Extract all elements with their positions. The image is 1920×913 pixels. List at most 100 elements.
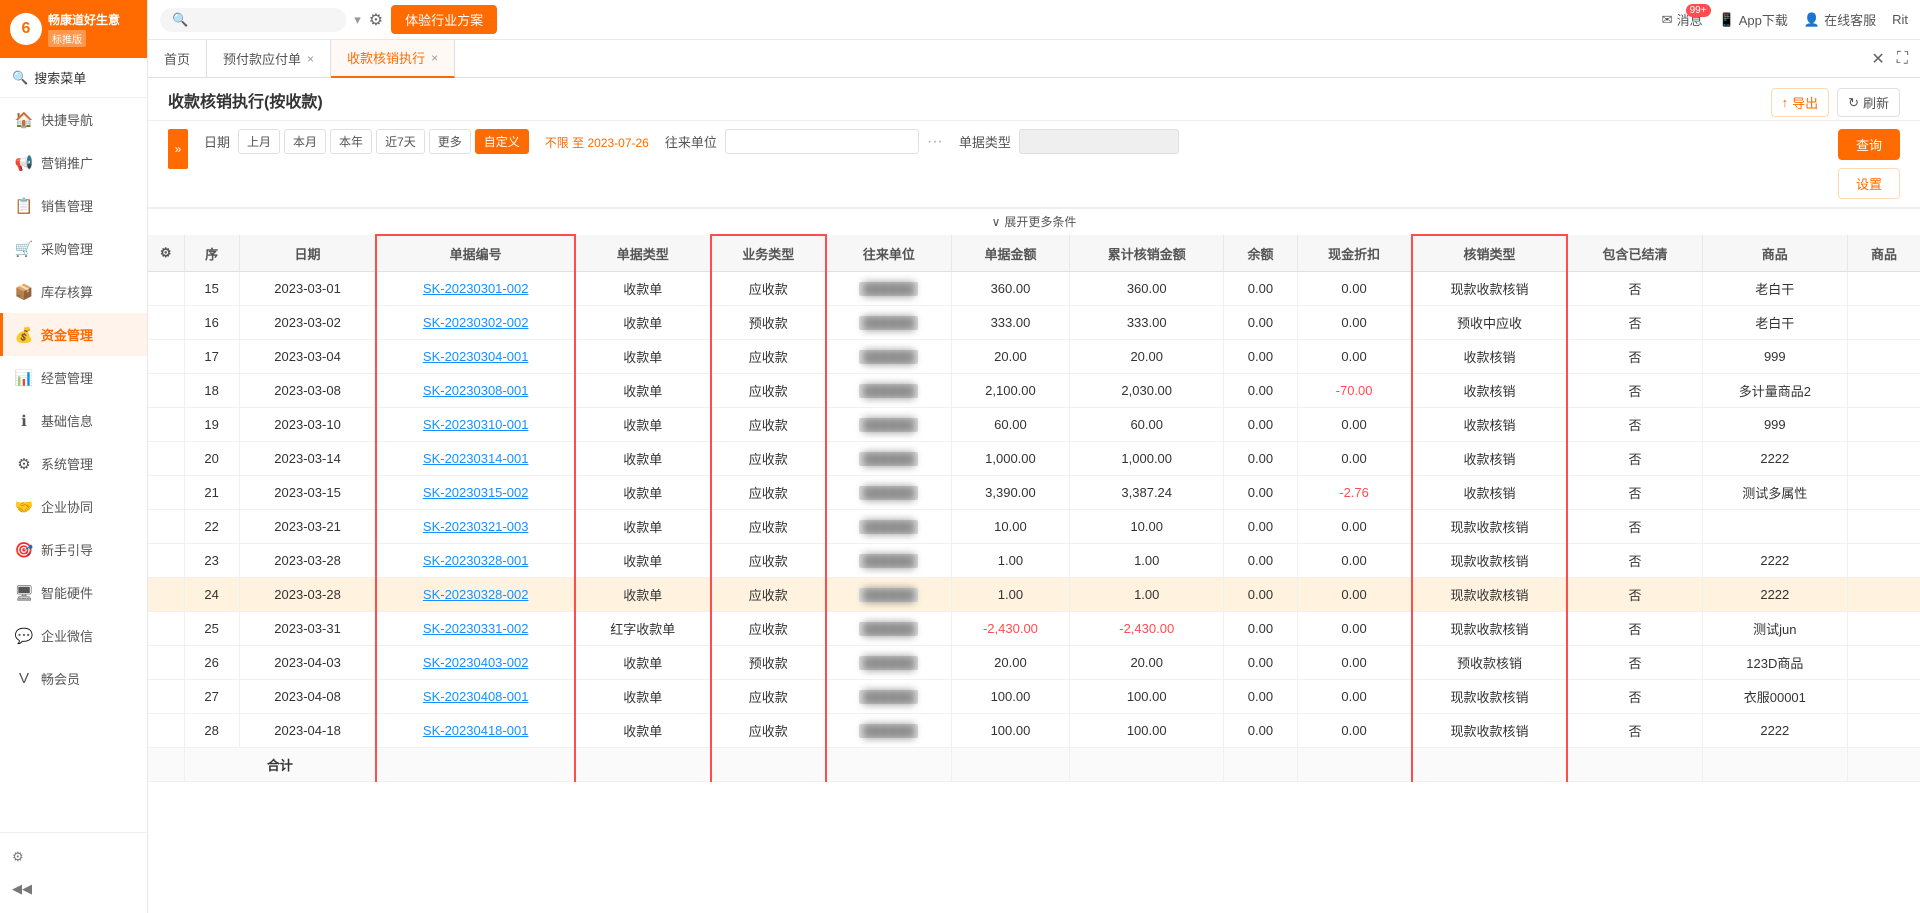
cell-doc-no[interactable]: SK-20230328-001 xyxy=(376,544,575,578)
doctype-filter-select[interactable] xyxy=(1019,129,1179,154)
doc-no-link[interactable]: SK-20230328-001 xyxy=(423,553,529,568)
sidebar-search[interactable]: 🔍 搜索菜单 xyxy=(0,58,147,98)
doc-no-link[interactable]: SK-20230304-001 xyxy=(423,349,529,364)
sidebar-collapse[interactable]: ◀◀ xyxy=(0,873,147,905)
partner-filter-dots[interactable]: ··· xyxy=(927,133,943,151)
maximize-icon[interactable]: ⛶ xyxy=(1893,46,1912,72)
top-search-box[interactable]: 🔍 xyxy=(160,8,346,32)
date-btn-last-month[interactable]: 上月 xyxy=(238,129,280,154)
tab-close-2[interactable]: × xyxy=(431,51,438,65)
sidebar-item-9[interactable]: 🤝企业协同 xyxy=(0,485,147,528)
doc-no-link[interactable]: SK-20230301-002 xyxy=(423,281,529,296)
doc-no-link[interactable]: SK-20230408-001 xyxy=(423,689,529,704)
cell-doc-no[interactable]: SK-20230331-002 xyxy=(376,612,575,646)
date-btn-custom[interactable]: 自定义 xyxy=(475,129,529,154)
cell-doc-no[interactable]: SK-20230302-002 xyxy=(376,306,575,340)
doctype-filter-label: 单据类型 xyxy=(959,132,1011,151)
sidebar-item-2[interactable]: 📋销售管理 xyxy=(0,184,147,227)
date-btn-this-month[interactable]: 本月 xyxy=(284,129,326,154)
partner-filter-input[interactable] xyxy=(725,129,919,154)
doc-no-link[interactable]: SK-20230328-002 xyxy=(423,587,529,602)
app-download-button[interactable]: 📱 App下载 xyxy=(1719,10,1788,29)
user-info[interactable]: Rit xyxy=(1892,12,1908,27)
expand-more-label: 展开更多条件 xyxy=(1004,213,1076,230)
cell-included: 否 xyxy=(1567,340,1702,374)
doc-no-link[interactable]: SK-20230403-002 xyxy=(423,655,529,670)
tab-close-1[interactable]: × xyxy=(307,52,314,66)
refresh-button[interactable]: ↻ 刷新 xyxy=(1837,88,1900,117)
cell-date: 2023-03-31 xyxy=(239,612,376,646)
tab-1[interactable]: 预付款应付单 × xyxy=(207,40,331,78)
th-cumulative: 累计核销金额 xyxy=(1070,235,1224,272)
expand-more-bar[interactable]: ∨ 展开更多条件 xyxy=(148,208,1920,234)
top-search-input[interactable] xyxy=(194,12,334,27)
doc-no-link[interactable]: SK-20230331-002 xyxy=(423,621,529,636)
sidebar-item-10[interactable]: 🎯新手引导 xyxy=(0,528,147,571)
doc-no-link[interactable]: SK-20230302-002 xyxy=(423,315,529,330)
tab-2[interactable]: 收款核销执行× xyxy=(331,40,455,78)
cell-cumulative: 60.00 xyxy=(1070,408,1224,442)
online-service-button[interactable]: 👤 在线客服 xyxy=(1804,10,1876,29)
doc-no-link[interactable]: SK-20230314-001 xyxy=(423,451,529,466)
sidebar-item-1[interactable]: 📢营销推广 xyxy=(0,141,147,184)
cell-doc-no[interactable]: SK-20230408-001 xyxy=(376,680,575,714)
tab-0[interactable]: 首页 xyxy=(148,40,207,78)
cell-doc-no[interactable]: SK-20230304-001 xyxy=(376,340,575,374)
tabs-bar: 首页预付款应付单×收款核销执行× ✕ ⛶ xyxy=(148,40,1920,78)
sidebar-item-13[interactable]: V畅会员 xyxy=(0,657,147,700)
filter-expand-button[interactable]: » xyxy=(168,129,188,169)
cell-doc-no[interactable]: SK-20230403-002 xyxy=(376,646,575,680)
cell-cancel-type: 收款核销 xyxy=(1412,476,1568,510)
cell-goods: 999 xyxy=(1702,408,1847,442)
sidebar-item-0[interactable]: 🏠快捷导航 xyxy=(0,98,147,141)
th-settings[interactable]: ⚙ xyxy=(148,235,184,272)
settings-icon: ⚙ xyxy=(12,849,24,865)
sidebar-item-11[interactable]: 🖥智能硬件 xyxy=(0,571,147,614)
doc-no-link[interactable]: SK-20230418-001 xyxy=(423,723,529,738)
solution-button[interactable]: 体验行业方案 xyxy=(391,5,497,34)
cell-cancel-type: 现款收款核销 xyxy=(1412,544,1568,578)
query-button[interactable]: 查询 xyxy=(1838,129,1900,160)
doc-no-link[interactable]: SK-20230310-001 xyxy=(423,417,529,432)
setting-button[interactable]: 设置 xyxy=(1838,168,1900,199)
search-chevron-icon[interactable]: ▾ xyxy=(354,12,361,28)
sidebar-label-2: 销售管理 xyxy=(41,196,93,215)
cell-doc-no[interactable]: SK-20230321-003 xyxy=(376,510,575,544)
cell-doc-no[interactable]: SK-20230315-002 xyxy=(376,476,575,510)
cell-doc-no[interactable]: SK-20230328-002 xyxy=(376,578,575,612)
cell-biz-type: 应收款 xyxy=(711,510,826,544)
cell-goods: 123D商品 xyxy=(1702,646,1847,680)
sidebar-item-7[interactable]: ℹ基础信息 xyxy=(0,399,147,442)
sidebar-settings[interactable]: ⚙ xyxy=(0,841,147,873)
cell-doc-no[interactable]: SK-20230314-001 xyxy=(376,442,575,476)
sidebar-item-12[interactable]: 💬企业微信 xyxy=(0,614,147,657)
sidebar-item-8[interactable]: ⚙系统管理 xyxy=(0,442,147,485)
sidebar-item-3[interactable]: 🛒采购管理 xyxy=(0,227,147,270)
date-btn-more[interactable]: 更多 xyxy=(429,129,471,154)
partner-value: ██████ xyxy=(859,554,918,568)
cell-doc-no[interactable]: SK-20230418-001 xyxy=(376,714,575,748)
cell-doc-type: 收款单 xyxy=(575,680,711,714)
cell-doc-no[interactable]: SK-20230308-001 xyxy=(376,374,575,408)
export-button[interactable]: ↑ 导出 xyxy=(1771,88,1830,117)
app-logo: 6 畅康道好生意 标推版 xyxy=(0,0,147,58)
date-btn-7days[interactable]: 近7天 xyxy=(376,129,425,154)
gear-icon[interactable]: ⚙ xyxy=(369,10,383,30)
cell-doc-no[interactable]: SK-20230301-002 xyxy=(376,272,575,306)
sidebar-item-6[interactable]: 📊经营管理 xyxy=(0,356,147,399)
doc-no-link[interactable]: SK-20230321-003 xyxy=(423,519,529,534)
sidebar-item-4[interactable]: 📦库存核算 xyxy=(0,270,147,313)
tab-label-1: 预付款应付单 xyxy=(223,49,301,68)
sidebar-item-5[interactable]: 💰资金管理 xyxy=(0,313,147,356)
doc-no-link[interactable]: SK-20230308-001 xyxy=(423,383,529,398)
date-btn-this-year[interactable]: 本年 xyxy=(330,129,372,154)
doc-no-link[interactable]: SK-20230315-002 xyxy=(423,485,529,500)
messages-button[interactable]: ✉ 消息 99+ xyxy=(1662,10,1703,29)
cell-goods2 xyxy=(1847,272,1920,306)
service-icon: 👤 xyxy=(1804,12,1820,28)
cell-included: 否 xyxy=(1567,374,1702,408)
sum-row: 合计 xyxy=(148,748,1920,782)
cell-date: 2023-03-28 xyxy=(239,578,376,612)
cell-doc-no[interactable]: SK-20230310-001 xyxy=(376,408,575,442)
close-tab-icon[interactable]: ✕ xyxy=(1867,45,1888,73)
